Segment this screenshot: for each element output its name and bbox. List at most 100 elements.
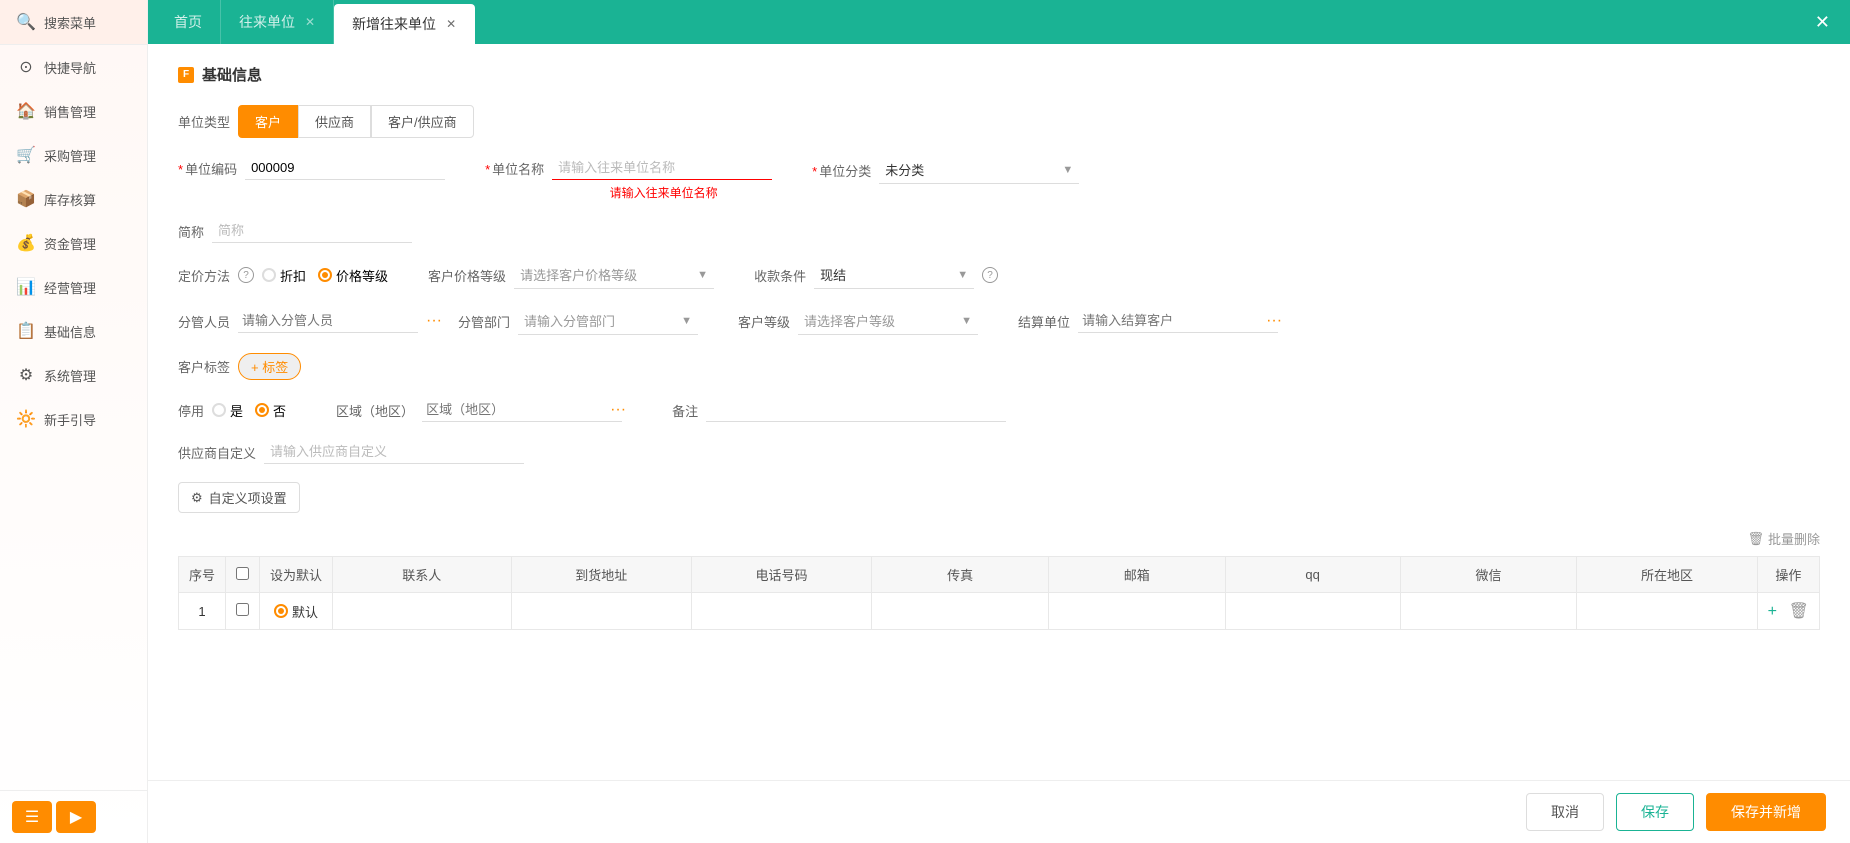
- sidebar-item-basic-info[interactable]: 📋 基础信息: [0, 309, 147, 353]
- short-name-input[interactable]: [212, 219, 412, 243]
- disabled-group: 停用 是 否: [178, 401, 286, 420]
- manager-label: 分管人员: [178, 312, 230, 331]
- unit-type-buttons: 客户 供应商 客户/供应商: [238, 105, 474, 138]
- sidebar-item-quick-nav[interactable]: ⊙ 快捷导航: [0, 45, 147, 89]
- unit-category-select[interactable]: 未分类 ▼: [879, 156, 1079, 184]
- form-footer: 取消 保存 保存并新增: [148, 780, 1850, 843]
- quick-nav-icon: ⊙: [16, 57, 36, 77]
- row-add-btn[interactable]: +: [1768, 603, 1777, 620]
- sidebar-basic-info-label: 基础信息: [44, 322, 96, 341]
- disabled-no-option[interactable]: 否: [255, 401, 286, 420]
- disabled-radio-group: 是 否: [212, 401, 286, 420]
- payment-terms-value: 现结: [820, 265, 846, 284]
- cancel-button[interactable]: 取消: [1526, 793, 1604, 831]
- contacts-table: 序号 设为默认 联系人 到货地址 电话号码 传真 邮箱 qq 微信 所在地区 操…: [178, 556, 1820, 630]
- customer-level-group: 客户等级 请选择客户等级 ▼: [738, 307, 978, 335]
- manager-group: 分管人员 ···: [178, 309, 418, 333]
- pricing-discount-option[interactable]: 折扣: [262, 266, 306, 285]
- sidebar-item-sales[interactable]: 🏠 销售管理: [0, 89, 147, 133]
- unit-category-label: *单位分类: [812, 161, 871, 180]
- tab-new-partner[interactable]: 新增往来单位 ✕: [334, 4, 475, 44]
- row-delete-btn[interactable]: 🗑: [1789, 603, 1809, 620]
- manager-input-wrap: ···: [238, 309, 418, 333]
- close-all-tabs[interactable]: ✕: [1803, 12, 1842, 33]
- manager-more-btn[interactable]: ···: [422, 312, 446, 330]
- tab-home[interactable]: 首页: [156, 0, 221, 44]
- sidebar-item-inventory[interactable]: 📦 库存核算: [0, 177, 147, 221]
- row-email-input[interactable]: [1059, 604, 1215, 619]
- row-area[interactable]: [1577, 593, 1757, 630]
- unit-category-chevron: ▼: [1062, 164, 1073, 176]
- custom-settings-button[interactable]: ⚙ 自定义项设置: [178, 482, 300, 513]
- supplier-custom-input[interactable]: [264, 440, 524, 464]
- customer-tag-group: 客户标签 + 标签: [178, 353, 301, 380]
- unit-type-both[interactable]: 客户/供应商: [371, 105, 474, 138]
- row-address-input[interactable]: [522, 604, 681, 619]
- col-phone: 电话号码: [691, 557, 871, 593]
- row-email[interactable]: [1048, 593, 1225, 630]
- save-button[interactable]: 保存: [1616, 793, 1694, 831]
- row-phone[interactable]: [691, 593, 871, 630]
- operations-icon: 📊: [16, 277, 36, 297]
- disabled-yes-option[interactable]: 是: [212, 401, 243, 420]
- payment-help-icon[interactable]: ?: [982, 267, 998, 283]
- settlement-unit-input[interactable]: [1078, 309, 1262, 332]
- sidebar-bottom-btn-2[interactable]: ▶: [56, 801, 96, 833]
- unit-name-input[interactable]: [552, 156, 772, 180]
- settlement-more-btn[interactable]: ···: [1262, 312, 1286, 330]
- sidebar-item-guide[interactable]: 🔆 新手引导: [0, 397, 147, 441]
- customer-tag-label: 客户标签: [178, 357, 230, 376]
- sidebar-item-search[interactable]: 🔍 搜索菜单: [0, 0, 147, 45]
- pricing-level-option[interactable]: 价格等级: [318, 266, 388, 285]
- row-wechat[interactable]: [1400, 593, 1577, 630]
- unit-type-customer[interactable]: 客户: [238, 105, 298, 138]
- sidebar: 🔍 搜索菜单 ⊙ 快捷导航 🏠 销售管理 🛒 采购管理 📦 库存核算 💰 资金管…: [0, 0, 148, 843]
- unit-code-label: *单位编码: [178, 159, 237, 178]
- sidebar-search-label: 搜索菜单: [44, 13, 96, 32]
- row-fax-input[interactable]: [882, 604, 1038, 619]
- region-more-btn[interactable]: ···: [606, 401, 630, 419]
- sidebar-item-system[interactable]: ⚙ 系统管理: [0, 353, 147, 397]
- row-contact[interactable]: [333, 593, 512, 630]
- row-checkbox[interactable]: [236, 603, 249, 616]
- payment-terms-select[interactable]: 现结 ▼: [814, 261, 974, 289]
- row-wechat-input[interactable]: [1411, 604, 1567, 619]
- row-fax[interactable]: [872, 593, 1049, 630]
- batch-delete-btn[interactable]: 🗑 批量删除: [1747, 529, 1820, 548]
- pricing-row: 定价方法 ? 折扣 价格等级 客户价格等级 请选择客户价格等级: [178, 261, 1820, 289]
- row-default-cell: 默认: [260, 593, 333, 630]
- sidebar-item-finance[interactable]: 💰 资金管理: [0, 221, 147, 265]
- notes-input[interactable]: [706, 398, 1006, 422]
- customer-price-level-chevron: ▼: [697, 269, 708, 281]
- customer-price-level-select[interactable]: 请选择客户价格等级 ▼: [514, 261, 714, 289]
- unit-code-input[interactable]: [245, 156, 445, 180]
- department-select[interactable]: 请输入分管部门 ▼: [518, 307, 698, 335]
- tab-partners[interactable]: 往来单位 ✕: [221, 0, 334, 44]
- row-qq[interactable]: [1225, 593, 1400, 630]
- manager-row: 分管人员 ··· 分管部门 请输入分管部门 ▼ 客户等级 请选择客户等级 ▼: [178, 307, 1820, 335]
- add-tag-button[interactable]: + 标签: [238, 353, 301, 380]
- row-contact-input[interactable]: [343, 604, 501, 619]
- search-icon: 🔍: [16, 12, 36, 32]
- sidebar-item-operations[interactable]: 📊 经营管理: [0, 265, 147, 309]
- row-area-input[interactable]: [1587, 604, 1746, 619]
- row-phone-input[interactable]: [702, 604, 861, 619]
- tab-new-partner-close[interactable]: ✕: [446, 17, 456, 31]
- pricing-help-icon[interactable]: ?: [238, 267, 254, 283]
- tab-partners-close[interactable]: ✕: [305, 15, 315, 29]
- save-new-button[interactable]: 保存并新增: [1706, 793, 1826, 831]
- table-row: 1 默认: [179, 593, 1820, 630]
- manager-input[interactable]: [238, 309, 422, 332]
- region-input[interactable]: [422, 398, 606, 421]
- finance-icon: 💰: [16, 233, 36, 253]
- row-address[interactable]: [511, 593, 691, 630]
- sidebar-finance-label: 资金管理: [44, 234, 96, 253]
- sidebar-purchase-label: 采购管理: [44, 146, 96, 165]
- sidebar-item-purchase[interactable]: 🛒 采购管理: [0, 133, 147, 177]
- row-qq-input[interactable]: [1236, 604, 1390, 619]
- customer-level-select[interactable]: 请选择客户等级 ▼: [798, 307, 978, 335]
- unit-type-supplier[interactable]: 供应商: [298, 105, 371, 138]
- select-all-checkbox[interactable]: [236, 567, 249, 580]
- row-default-radio-item[interactable]: 默认: [270, 602, 322, 621]
- sidebar-bottom-btn-1[interactable]: ☰: [12, 801, 52, 833]
